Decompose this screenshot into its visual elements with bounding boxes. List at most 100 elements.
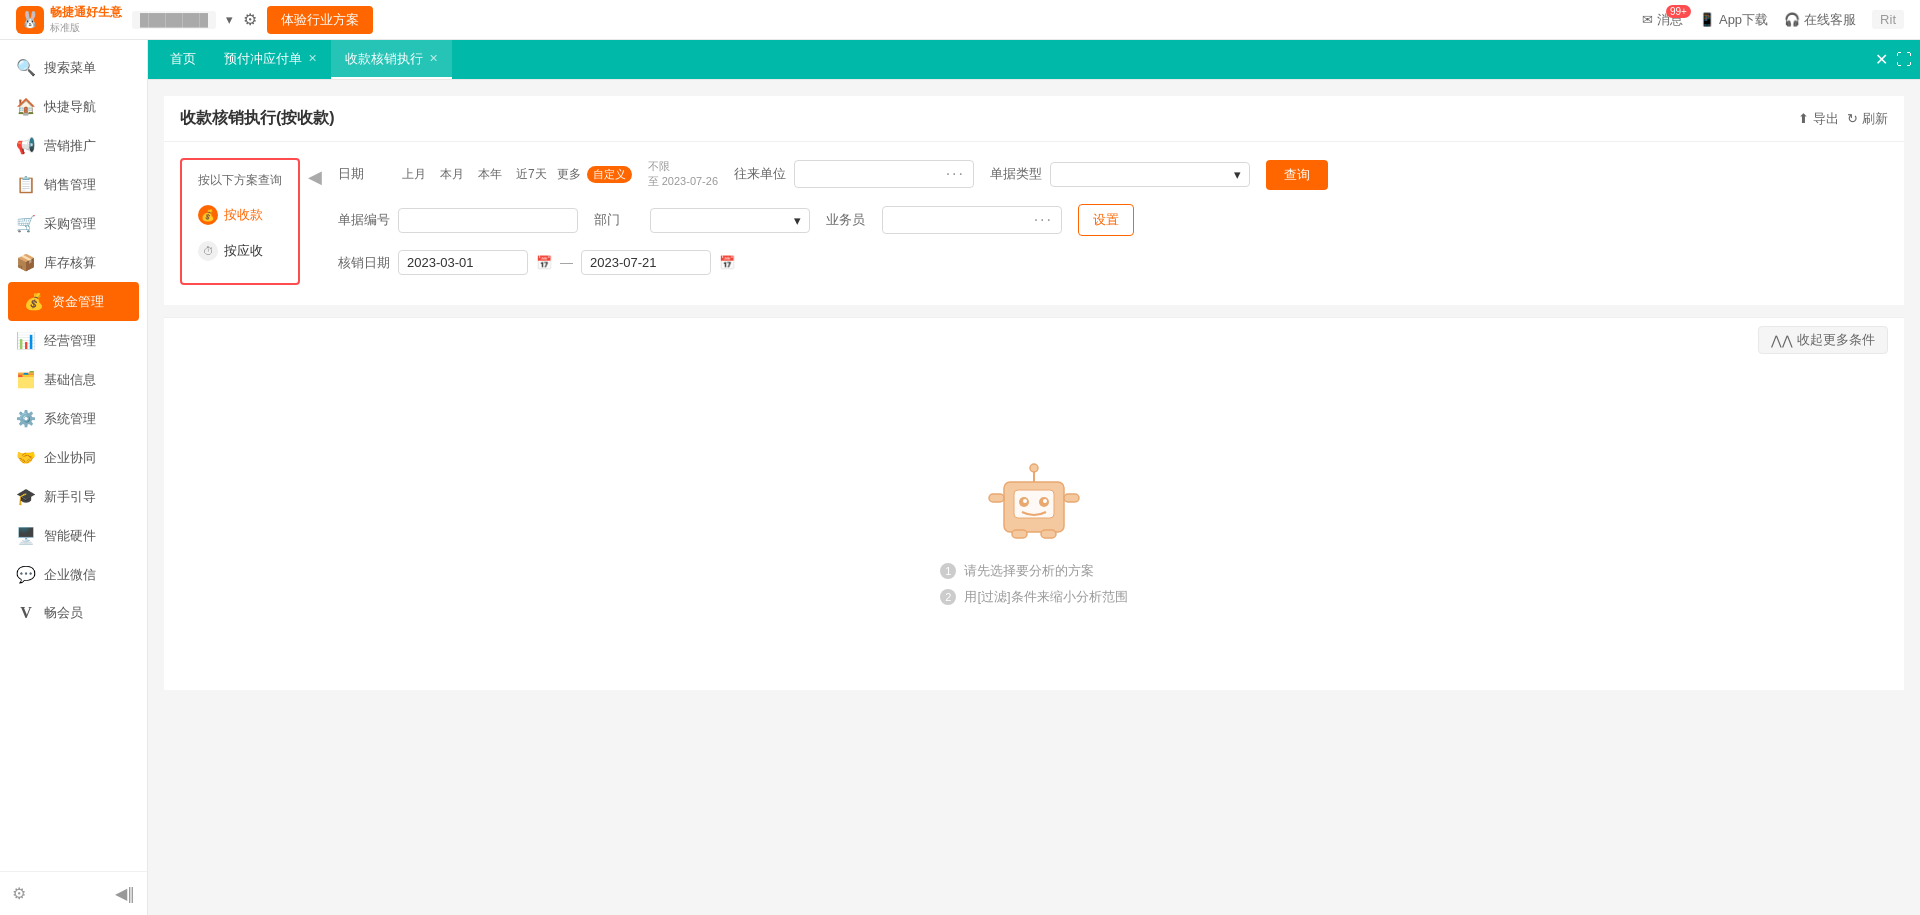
sidebar-item-finance[interactable]: 💰 资金管理	[8, 282, 139, 321]
sidebar-item-inventory[interactable]: 📦 库存核算	[0, 243, 147, 282]
top-bar: 🐰 畅捷通好生意 标准版 ████████ ▾ ⚙ 体验行业方案 ✉ 消息 99…	[0, 0, 1920, 40]
svg-point-7	[1030, 464, 1038, 472]
brand-name: 畅捷通好生意 标准版	[50, 4, 122, 35]
page-title: 收款核销执行(按收款)	[180, 108, 335, 141]
query-actions: 查询	[1266, 158, 1328, 190]
tab-receipt-verify[interactable]: 收款核销执行 ✕	[331, 40, 452, 79]
date-field: 日期 上月 本月 本年 近7天 更多 自定义 不限 至	[338, 159, 718, 189]
partner-field: 往来单位 ···	[734, 160, 974, 188]
last-7-days-btn[interactable]: 近7天	[512, 164, 551, 185]
page-content: 收款核销执行(按收款) ⬆ 导出 ↻ 刷新 按以下方	[148, 80, 1920, 915]
sales-icon: 📋	[16, 175, 36, 194]
doc-no-field: 单据编号	[338, 208, 578, 233]
inventory-icon: 📦	[16, 253, 36, 272]
verify-date-field: 核销日期 📅 — 📅	[338, 250, 735, 275]
trial-button[interactable]: 体验行业方案	[267, 6, 373, 34]
account-display: ████████	[132, 11, 216, 29]
staff-dots-icon[interactable]: ···	[1034, 211, 1053, 229]
this-year-btn[interactable]: 本年	[474, 164, 506, 185]
doc-type-field: 单据类型 ▾	[990, 162, 1250, 187]
settings-icon[interactable]: ⚙	[243, 10, 257, 29]
guide-icon: 🎓	[16, 487, 36, 506]
tip-num-1: 1	[940, 563, 956, 579]
operation-icon: 📊	[16, 331, 36, 350]
tab-bar: 首页 预付冲应付单 ✕ 收款核销执行 ✕ ✕ ⛶	[148, 40, 1920, 80]
tip-num-2: 2	[940, 589, 956, 605]
date-range-separator: —	[560, 255, 573, 270]
system-icon: ⚙️	[16, 409, 36, 428]
account-dropdown[interactable]: ▾	[226, 12, 233, 27]
sidebar-item-operation[interactable]: 📊 经营管理	[0, 321, 147, 360]
dept-select[interactable]: ▾	[650, 208, 810, 233]
tab-home[interactable]: 首页	[156, 40, 210, 79]
last-month-btn[interactable]: 上月	[398, 164, 430, 185]
sidebar-settings-icon[interactable]: ⚙	[12, 884, 26, 903]
query-button[interactable]: 查询	[1266, 160, 1328, 190]
filter-collapse-arrow[interactable]: ◀	[308, 158, 322, 188]
filter-option-by-receivable[interactable]: ⏱ 按应收	[190, 235, 290, 267]
tab-prepay[interactable]: 预付冲应付单 ✕	[210, 40, 331, 79]
search-menu-icon: 🔍	[16, 58, 36, 77]
sidebar-item-guide[interactable]: 🎓 新手引导	[0, 477, 147, 516]
collapse-bar: ⋀⋀ 收起更多条件	[164, 317, 1904, 362]
sidebar-item-marketing[interactable]: 📢 营销推广	[0, 126, 147, 165]
app-icon: 📱	[1699, 12, 1715, 27]
refresh-icon: ↻	[1847, 111, 1858, 126]
sidebar-item-wechat[interactable]: 💬 企业微信	[0, 555, 147, 594]
sidebar-item-sales[interactable]: 📋 销售管理	[0, 165, 147, 204]
sidebar-item-purchase[interactable]: 🛒 采购管理	[0, 204, 147, 243]
main-content: 首页 预付冲应付单 ✕ 收款核销执行 ✕ ✕ ⛶ 收款核销执行(按收款)	[148, 40, 1920, 915]
app-download-button[interactable]: 📱 App下载	[1699, 11, 1768, 29]
brand-icon: 🐰	[16, 6, 44, 34]
doc-type-select[interactable]: ▾	[1050, 162, 1250, 187]
doc-no-input[interactable]	[398, 208, 578, 233]
collapse-more-button[interactable]: ⋀⋀ 收起更多条件	[1758, 326, 1888, 354]
enterprise-icon: 🤝	[16, 448, 36, 467]
finance-icon: 💰	[24, 292, 44, 311]
chevron-up-icon: ⋀⋀	[1771, 333, 1793, 348]
staff-input[interactable]	[891, 213, 1031, 228]
dept-dropdown-icon: ▾	[794, 213, 801, 228]
date-more-btn[interactable]: 更多	[557, 166, 581, 183]
settings-button[interactable]: 设置	[1078, 204, 1134, 236]
online-service-button[interactable]: 🎧 在线客服	[1784, 11, 1856, 29]
svg-rect-8	[989, 494, 1004, 502]
wechat-icon: 💬	[16, 565, 36, 584]
message-icon: ✉	[1642, 12, 1653, 27]
partner-dots-icon[interactable]: ···	[946, 165, 965, 183]
tab-expand-icon[interactable]: ⛶	[1896, 51, 1912, 69]
verify-date-end-icon[interactable]: 📅	[719, 255, 735, 270]
sidebar-item-quick-nav[interactable]: 🏠 快捷导航	[0, 87, 147, 126]
top-bar-right: ✉ 消息 99+ 📱 App下载 🎧 在线客服 Rit	[1642, 10, 1904, 29]
sidebar-item-hardware[interactable]: 🖥️ 智能硬件	[0, 516, 147, 555]
sidebar-item-system[interactable]: ⚙️ 系统管理	[0, 399, 147, 438]
verify-date-start-input[interactable]	[398, 250, 528, 275]
filter-option-by-receipt[interactable]: 💰 按收款	[190, 199, 290, 231]
verify-date-label: 核销日期	[338, 254, 390, 272]
verify-date-end-input[interactable]	[581, 250, 711, 275]
marketing-icon: 📢	[16, 136, 36, 155]
sidebar-item-search-menu[interactable]: 🔍 搜索菜单	[0, 48, 147, 87]
sidebar-item-enterprise[interactable]: 🤝 企业协同	[0, 438, 147, 477]
sidebar-item-member[interactable]: V 畅会员	[0, 594, 147, 632]
this-month-btn[interactable]: 本月	[436, 164, 468, 185]
tab-prepay-close[interactable]: ✕	[308, 52, 317, 65]
verify-date-start-icon[interactable]: 📅	[536, 255, 552, 270]
sidebar-collapse-icon[interactable]: ◀‖	[115, 884, 135, 903]
filter-row-3: 核销日期 📅 — 📅	[338, 250, 1888, 275]
svg-rect-10	[1012, 530, 1027, 538]
refresh-button[interactable]: ↻ 刷新	[1847, 110, 1888, 128]
date-shortcuts: 上月 本月 本年 近7天 更多 自定义	[398, 164, 632, 185]
filter-form: 日期 上月 本月 本年 近7天 更多 自定义 不限 至	[338, 158, 1888, 289]
filter-row-1: 日期 上月 本月 本年 近7天 更多 自定义 不限 至	[338, 158, 1888, 190]
tab-receipt-verify-close[interactable]: ✕	[429, 52, 438, 65]
sidebar-item-basic[interactable]: 🗂️ 基础信息	[0, 360, 147, 399]
partner-input[interactable]	[803, 167, 943, 182]
message-button[interactable]: ✉ 消息 99+	[1642, 11, 1683, 29]
date-custom-badge[interactable]: 自定义	[587, 166, 632, 183]
user-display: Rit	[1872, 10, 1904, 29]
export-button[interactable]: ⬆ 导出	[1798, 110, 1839, 128]
tab-close-all-icon[interactable]: ✕	[1875, 50, 1888, 69]
filter-panel: 按以下方案查询 💰 按收款 ⏱ 按应收 ◀	[164, 142, 1904, 305]
basic-icon: 🗂️	[16, 370, 36, 389]
